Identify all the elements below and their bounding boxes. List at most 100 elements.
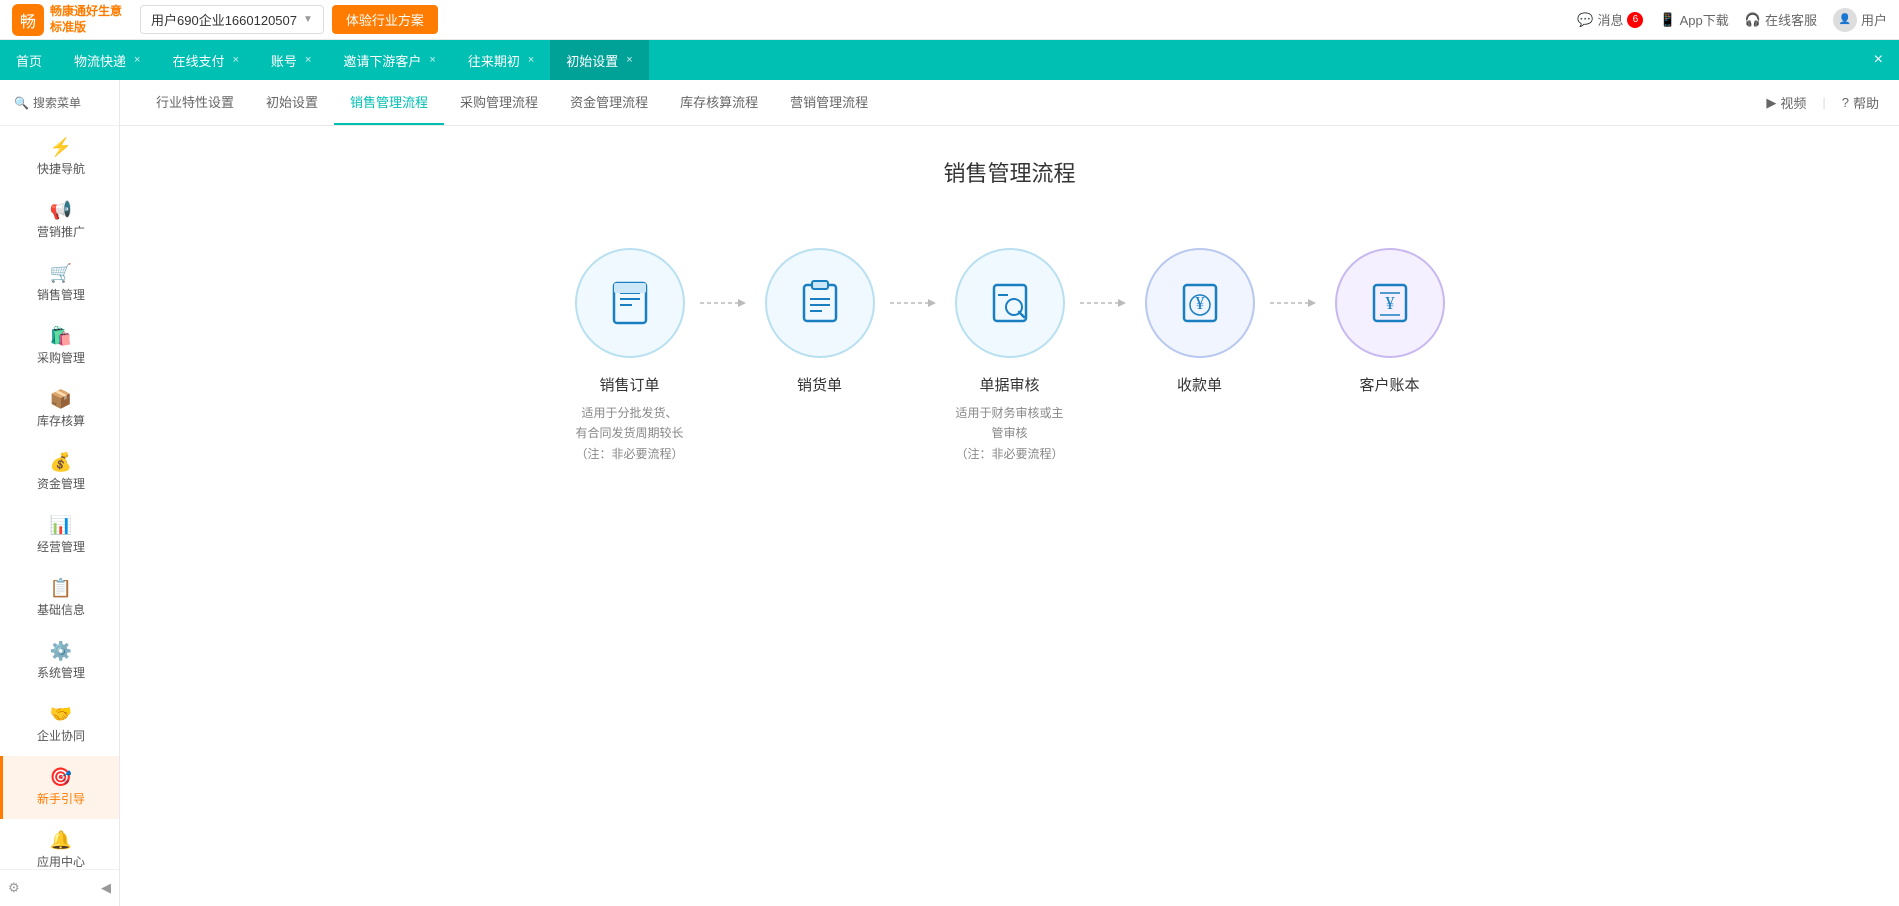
- operations-icon: 📊: [50, 516, 72, 534]
- purchase-icon: 🛍️: [50, 327, 72, 345]
- nav-item-init-settings[interactable]: 初始设置 ×: [550, 40, 648, 80]
- flow-step-label: 客户账本: [1359, 374, 1419, 395]
- nav-close-icon[interactable]: ×: [429, 54, 435, 66]
- flow-step-label: 销货单: [797, 374, 842, 395]
- sidebar-bottom: ⚙ ◀: [0, 869, 119, 906]
- nav-close-icon[interactable]: ×: [626, 54, 632, 66]
- app-container: 畅 畅康通好生意 标准版 用户690企业1660120507 ▼ 体验行业方案 …: [0, 0, 1899, 906]
- help-button[interactable]: ? 帮助: [1842, 93, 1879, 112]
- flow-title: 销售管理流程: [160, 156, 1859, 188]
- nav-close-icon[interactable]: ×: [134, 54, 140, 66]
- flow-step-desc: 适用于分批发货、有合同发货周期较长（注：非必要流程）: [575, 403, 683, 464]
- sidebar-item-label: 库存核算: [37, 412, 85, 429]
- sidebar-item-enterprise[interactable]: 🤝 企业协同: [0, 693, 119, 756]
- nav-bar: 首页 物流快递 × 在线支付 × 账号 × 邀请下游客户 × 往来期初 × 初始…: [0, 40, 1899, 80]
- nav-item-invite[interactable]: 邀请下游客户 ×: [327, 40, 451, 80]
- sidebar-item-basic-info[interactable]: 📋 基础信息: [0, 567, 119, 630]
- nav-label: 在线支付: [172, 51, 224, 70]
- finance-icon: 💰: [50, 453, 72, 471]
- nav-item-period[interactable]: 往来期初 ×: [452, 40, 550, 80]
- sidebar-item-purchase[interactable]: 🛍️ 采购管理: [0, 315, 119, 378]
- video-icon: ▶: [1766, 95, 1776, 111]
- chevron-down-icon: ▼: [303, 14, 313, 25]
- nav-close-icon[interactable]: ×: [232, 54, 238, 66]
- content: 行业特性设置 初始设置 销售管理流程 采购管理流程 资金管理流程: [120, 80, 1899, 906]
- logo-area: 畅 畅康通好生意 标准版: [12, 4, 132, 36]
- sidebar-item-app-center[interactable]: 🔔 应用中心: [0, 819, 119, 869]
- flow-step-audit: 单据审核 适用于财务审核或主管审核（注：非必要流程）: [930, 248, 1090, 464]
- app-download-button[interactable]: 📱 App下载: [1659, 10, 1728, 29]
- user-selector[interactable]: 用户690企业1660120507 ▼: [140, 5, 324, 34]
- sales-icon: 🛒: [50, 264, 72, 282]
- nav-close-all-button[interactable]: ×: [1858, 51, 1899, 69]
- newbie-icon: 🎯: [50, 768, 72, 786]
- nav-item-payment[interactable]: 在线支付 ×: [156, 40, 254, 80]
- main-area: 🔍 搜索菜单 ⚡ 快捷导航 📢 营销推广 🛒 销售管理 🛍️: [0, 80, 1899, 906]
- sidebar-item-inventory[interactable]: 📦 库存核算: [0, 378, 119, 441]
- sub-tab-finance-flow[interactable]: 资金管理流程: [554, 80, 664, 125]
- sub-tab-industry[interactable]: 行业特性设置: [140, 80, 250, 125]
- sub-tab-init[interactable]: 初始设置: [250, 80, 334, 125]
- sidebar-search[interactable]: 🔍 搜索菜单: [0, 80, 119, 126]
- settings-icon[interactable]: ⚙: [8, 880, 20, 896]
- sidebar-item-label: 营销推广: [37, 223, 85, 240]
- nav-item-account[interactable]: 账号 ×: [255, 40, 327, 80]
- sub-tabs: 行业特性设置 初始设置 销售管理流程 采购管理流程 资金管理流程: [120, 80, 1899, 126]
- sidebar-item-label: 快捷导航: [37, 160, 85, 177]
- sidebar-item-finance[interactable]: 💰 资金管理: [0, 441, 119, 504]
- nav-label: 初始设置: [566, 51, 618, 70]
- sidebar-item-quick-nav[interactable]: ⚡ 快捷导航: [0, 126, 119, 189]
- sidebar-search-button[interactable]: 🔍 搜索菜单: [8, 90, 111, 115]
- sub-tab-inventory-flow[interactable]: 库存核算流程: [664, 80, 774, 125]
- help-icon: ?: [1842, 95, 1849, 110]
- flow-step-label: 销售订单: [599, 374, 659, 395]
- sub-tabs-left: 行业特性设置 初始设置 销售管理流程 采购管理流程 资金管理流程: [140, 80, 884, 125]
- nav-item-home[interactable]: 首页: [0, 40, 58, 80]
- flow-step-sales-order: 销售订单 适用于分批发货、有合同发货周期较长（注：非必要流程）: [550, 248, 710, 464]
- sidebar-item-newbie[interactable]: 🎯 新手引导: [0, 756, 119, 819]
- flow-diagram: 销售订单 适用于分批发货、有合同发货周期较长（注：非必要流程）: [160, 248, 1859, 464]
- sidebar-item-sales[interactable]: 🛒 销售管理: [0, 252, 119, 315]
- service-icon: 🎧: [1745, 12, 1761, 28]
- sub-tab-marketing-flow[interactable]: 营销管理流程: [774, 80, 884, 125]
- nav-label: 往来期初: [468, 51, 520, 70]
- message-button[interactable]: 💬 消息 6: [1577, 10, 1643, 29]
- flow-step-delivery: 销货单: [740, 248, 900, 403]
- quick-nav-icon: ⚡: [50, 138, 72, 156]
- enterprise-icon: 🤝: [50, 705, 72, 723]
- inventory-icon: 📦: [50, 390, 72, 408]
- online-service-button[interactable]: 🎧 在线客服: [1745, 10, 1817, 29]
- user-menu-button[interactable]: 👤 用户: [1833, 8, 1887, 32]
- sidebar-item-label: 资金管理: [37, 475, 85, 492]
- sidebar-nav: ⚡ 快捷导航 📢 营销推广 🛒 销售管理 🛍️ 采购管理 📦 库存核: [0, 126, 119, 869]
- sub-tabs-right: ▶ 视频 | ? 帮助: [1766, 93, 1879, 112]
- sidebar-item-system[interactable]: ⚙️ 系统管理: [0, 630, 119, 693]
- app-label: App下载: [1680, 10, 1729, 29]
- video-help-button[interactable]: ▶ 视频: [1766, 93, 1806, 112]
- trial-button[interactable]: 体验行业方案: [332, 5, 438, 34]
- message-badge: 6: [1627, 12, 1643, 28]
- collapse-icon[interactable]: ◀: [101, 880, 111, 896]
- sidebar-item-marketing[interactable]: 📢 营销推广: [0, 189, 119, 252]
- flow-circle-delivery: [765, 248, 875, 358]
- sub-tab-sales-flow[interactable]: 销售管理流程: [334, 80, 444, 125]
- sidebar: 🔍 搜索菜单 ⚡ 快捷导航 📢 营销推广 🛒 销售管理 🛍️: [0, 80, 120, 906]
- nav-close-icon[interactable]: ×: [305, 54, 311, 66]
- flow-circle-audit: [955, 248, 1065, 358]
- sidebar-item-operations[interactable]: 📊 经营管理: [0, 504, 119, 567]
- flow-circle-ledger: ¥: [1335, 248, 1445, 358]
- marketing-icon: 📢: [50, 201, 72, 219]
- nav-item-logistics[interactable]: 物流快递 ×: [58, 40, 156, 80]
- flow-step-label: 收款单: [1177, 374, 1222, 395]
- sidebar-item-label: 应用中心: [37, 853, 85, 869]
- nav-close-icon[interactable]: ×: [528, 54, 534, 66]
- help-label: 帮助: [1853, 93, 1879, 112]
- user-label: 用户690企业1660120507: [151, 10, 297, 29]
- video-label: 视频: [1780, 93, 1806, 112]
- message-icon: 💬: [1577, 12, 1593, 28]
- flow-content: 销售管理流程 销售订单: [120, 126, 1899, 906]
- search-label: 搜索菜单: [33, 94, 81, 111]
- sub-tab-purchase-flow[interactable]: 采购管理流程: [444, 80, 554, 125]
- system-icon: ⚙️: [50, 642, 72, 660]
- sidebar-item-label: 经营管理: [37, 538, 85, 555]
